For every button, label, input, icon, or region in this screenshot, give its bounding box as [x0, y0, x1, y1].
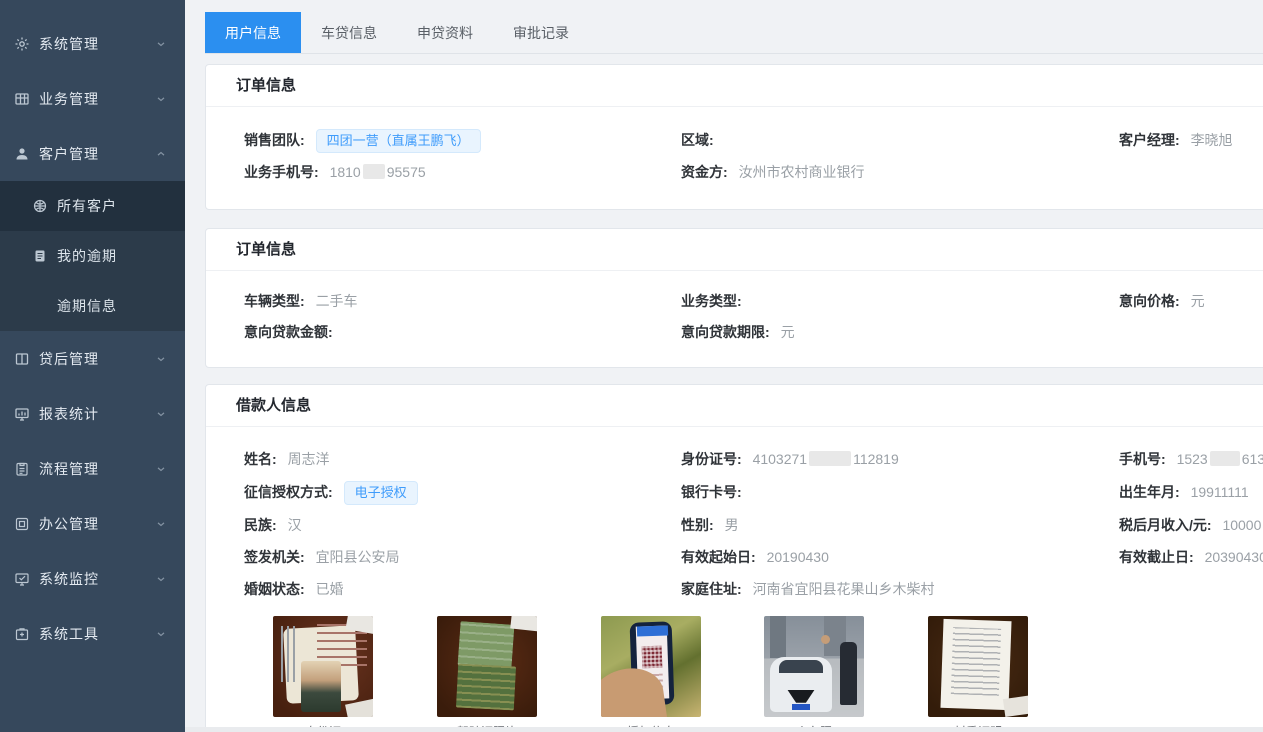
sidebar-item-label: 系统工具 — [39, 624, 155, 644]
credit-auth-tag: 电子授权 — [344, 481, 418, 505]
credit-auth-qr-photo[interactable] — [601, 616, 701, 717]
field-sales-team: 销售团队: 四团一营（直属王鹏飞） — [244, 129, 481, 151]
customer-mgmt-submenu: 所有客户 我的逾期 逾期信息 — [0, 181, 185, 331]
driver-license-photo[interactable] — [437, 616, 537, 717]
gear-icon — [14, 36, 30, 52]
borrower-info-card: 借款人信息 姓名: 周志洋 身份证号: 4103271112819 手机号: 1… — [205, 384, 1263, 732]
sales-team-tag: 四团一营（直属王鹏飞） — [316, 129, 481, 153]
field-intent-price: 意向价格: 元 — [1119, 290, 1205, 312]
globe-icon — [32, 198, 48, 214]
grid-icon — [14, 91, 30, 107]
field-business-phone: 业务手机号: 181095575 — [244, 161, 426, 183]
sidebar-item-label: 客户管理 — [39, 144, 155, 164]
sidebar-item-label: 流程管理 — [39, 459, 155, 479]
field-monthly-income: 税后月收入/元: 10000 — [1119, 514, 1261, 536]
sidebar-item-office-mgmt[interactable]: 办公管理 — [0, 496, 185, 551]
field-home-address: 家庭住址: 河南省宜阳县花果山乡木柴村 — [681, 578, 935, 600]
order-vehicle-card: 订单信息 车辆类型: 二手车 业务类型: 意向价格: 元 意向贷款金额: 意向贷… — [205, 228, 1263, 368]
sidebar-item-label: 我的逾期 — [57, 246, 185, 266]
monitor-icon — [14, 406, 30, 422]
tab-car-loan-info[interactable]: 车贷信息 — [301, 12, 397, 53]
sidebar-item-label: 办公管理 — [39, 514, 155, 534]
chevron-down-icon — [155, 628, 167, 640]
redaction-block — [363, 164, 385, 179]
field-valid-to: 有效截止日: 20390430 — [1119, 546, 1263, 568]
field-bank-card: 银行卡号: — [681, 481, 749, 503]
sidebar-item-label: 系统管理 — [39, 34, 155, 54]
sidebar-item-postloan-mgmt[interactable]: 贷后管理 — [0, 331, 185, 386]
sidebar-item-overdue-info[interactable]: 逾期信息 — [0, 281, 185, 331]
sidebar-item-label: 逾期信息 — [57, 296, 185, 316]
field-mobile-phone: 手机号: 15236137 — [1119, 448, 1263, 470]
chevron-down-icon — [155, 93, 167, 105]
sidebar: 系统管理 业务管理 客户管理 — [0, 0, 185, 732]
chevron-down-icon — [155, 573, 167, 585]
sidebar-item-label: 贷后管理 — [39, 349, 155, 369]
sidebar-item-system-mgmt[interactable]: 系统管理 — [0, 16, 185, 71]
field-region: 区域: — [681, 129, 721, 151]
sidebar-item-label: 系统监控 — [39, 569, 155, 589]
sidebar-item-system-monitor[interactable]: 系统监控 — [0, 551, 185, 606]
field-business-type: 业务类型: — [681, 290, 749, 312]
tab-user-info[interactable]: 用户信息 — [205, 12, 301, 53]
sidebar-item-customer-mgmt[interactable]: 客户管理 — [0, 126, 185, 181]
monitor-check-icon — [14, 571, 30, 587]
field-id-number: 身份证号: 4103271112819 — [681, 448, 899, 470]
field-valid-from: 有效起始日: 20190430 — [681, 546, 829, 568]
handwritten-proof-photo[interactable] — [928, 616, 1028, 717]
tab-approval-records[interactable]: 审批记录 — [493, 12, 589, 53]
field-gender: 性别: 男 — [681, 514, 739, 536]
square-icon — [14, 516, 30, 532]
field-name: 姓名: 周志洋 — [244, 448, 330, 470]
sidebar-item-system-tools[interactable]: 系统工具 — [0, 606, 185, 661]
card-title: 订单信息 — [206, 229, 1263, 271]
sidebar-item-all-customers[interactable]: 所有客户 — [0, 181, 185, 231]
chevron-down-icon — [155, 353, 167, 365]
card-title: 借款人信息 — [206, 385, 1263, 427]
chevron-down-icon — [155, 408, 167, 420]
chevron-down-icon — [155, 463, 167, 475]
redaction-block — [809, 451, 851, 466]
field-credit-auth: 征信授权方式: 电子授权 — [244, 481, 418, 503]
book-icon — [14, 351, 30, 367]
chevron-down-icon — [155, 38, 167, 50]
clipboard-icon — [14, 461, 30, 477]
sidebar-item-label: 业务管理 — [39, 89, 155, 109]
sidebar-item-my-overdue[interactable]: 我的逾期 — [0, 231, 185, 281]
user-icon — [14, 146, 30, 162]
sidebar-item-label: 报表统计 — [39, 404, 155, 424]
document-icon — [32, 248, 48, 264]
field-loan-amount: 意向贷款金额: — [244, 321, 340, 343]
id-card-photo[interactable] — [273, 616, 373, 717]
tab-loan-application-docs[interactable]: 申贷资料 — [397, 12, 493, 53]
field-birth-date: 出生年月: 19911111 — [1119, 481, 1249, 503]
field-marital-status: 婚姻状态: 已婚 — [244, 578, 344, 600]
sidebar-item-label: 所有客户 — [57, 196, 185, 216]
detail-tabbar: 用户信息 车贷信息 申贷资料 审批记录 — [205, 12, 1263, 54]
horizontal-scrollbar[interactable] — [185, 727, 1263, 732]
sidebar-item-business-mgmt[interactable]: 业务管理 — [0, 71, 185, 126]
order-info-card: 订单信息 销售团队: 四团一营（直属王鹏飞） 区域: 客户经理: 李晓旭 业务手… — [205, 64, 1263, 210]
side-menu: 系统管理 业务管理 客户管理 — [0, 0, 185, 661]
main-content: 用户信息 车贷信息 申贷资料 审批记录 订单信息 销售团队: 四团一营（直属王鹏… — [185, 0, 1263, 732]
chevron-down-icon — [155, 518, 167, 530]
field-ethnicity: 民族: 汉 — [244, 514, 302, 536]
chevron-up-icon — [155, 148, 167, 160]
field-loan-term: 意向贷款期限: 元 — [681, 321, 795, 343]
field-issuing-authority: 签发机关: 宜阳县公安局 — [244, 546, 400, 568]
sidebar-item-report-stats[interactable]: 报表统计 — [0, 386, 185, 441]
toolbox-icon — [14, 626, 30, 642]
sidebar-item-process-mgmt[interactable]: 流程管理 — [0, 441, 185, 496]
field-funder: 资金方: 汝州市农村商业银行 — [681, 161, 865, 183]
card-title: 订单信息 — [206, 65, 1263, 107]
field-account-manager: 客户经理: 李晓旭 — [1119, 129, 1233, 151]
person-with-car-photo[interactable] — [764, 616, 864, 717]
redaction-block — [1210, 451, 1240, 466]
field-vehicle-type: 车辆类型: 二手车 — [244, 290, 358, 312]
